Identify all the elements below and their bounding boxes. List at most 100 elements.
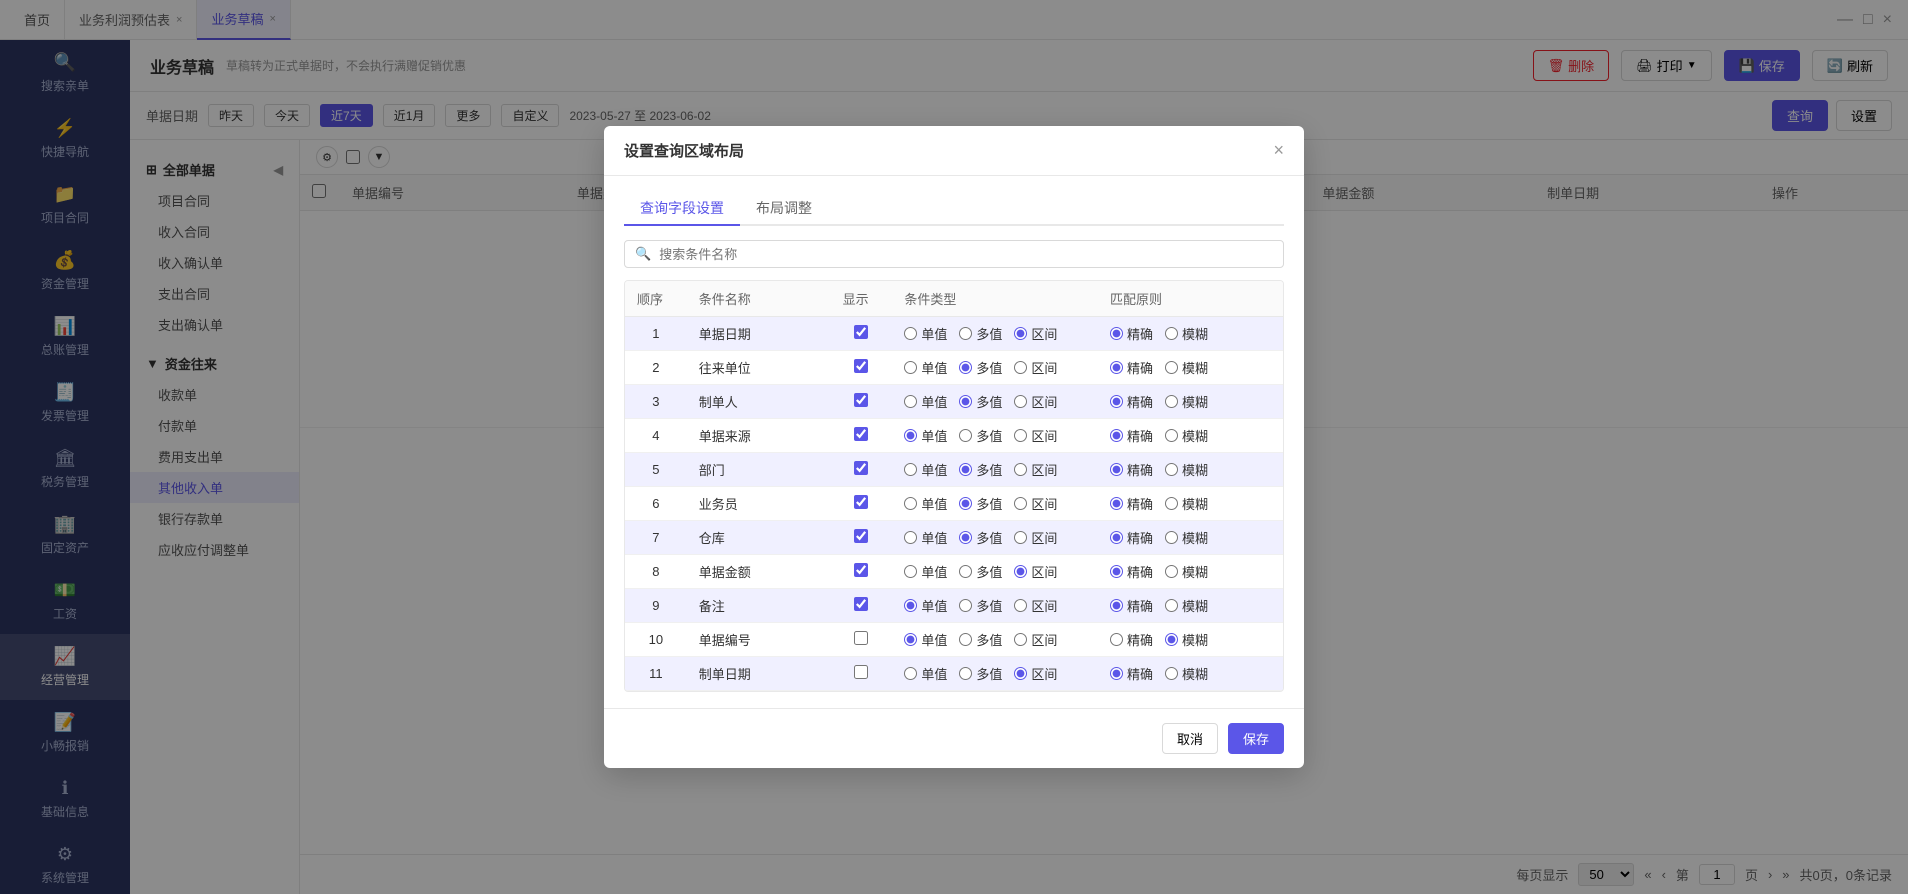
row-show-checkbox[interactable]: [854, 631, 868, 645]
radio-type-区间[interactable]: 区间: [1014, 664, 1057, 683]
radio-type-多值[interactable]: 多值: [959, 664, 1002, 683]
radio-type-多值[interactable]: 多值: [959, 494, 1002, 513]
radio-type-input[interactable]: [1014, 531, 1027, 544]
radio-match-精确[interactable]: 精确: [1110, 324, 1153, 343]
radio-match-精确[interactable]: 精确: [1110, 358, 1153, 377]
radio-type-区间[interactable]: 区间: [1014, 324, 1057, 343]
radio-type-多值[interactable]: 多值: [959, 596, 1002, 615]
radio-match-input[interactable]: [1165, 361, 1178, 374]
radio-type-区间[interactable]: 区间: [1014, 358, 1057, 377]
radio-type-单值[interactable]: 单值: [904, 358, 947, 377]
radio-match-精确[interactable]: 精确: [1110, 392, 1153, 411]
radio-type-input[interactable]: [904, 667, 917, 680]
radio-type-input[interactable]: [904, 565, 917, 578]
radio-type-区间[interactable]: 区间: [1014, 596, 1057, 615]
radio-match-input[interactable]: [1165, 633, 1178, 646]
radio-match-模糊[interactable]: 模糊: [1165, 392, 1208, 411]
radio-type-input[interactable]: [1014, 667, 1027, 680]
radio-match-精确[interactable]: 精确: [1110, 494, 1153, 513]
radio-type-input[interactable]: [904, 633, 917, 646]
radio-type-input[interactable]: [959, 667, 972, 680]
radio-match-input[interactable]: [1110, 429, 1123, 442]
radio-type-单值[interactable]: 单值: [904, 630, 947, 649]
radio-match-input[interactable]: [1110, 395, 1123, 408]
modal-search-input[interactable]: [659, 247, 879, 262]
radio-match-精确[interactable]: 精确: [1110, 426, 1153, 445]
radio-match-input[interactable]: [1110, 327, 1123, 340]
radio-type-多值[interactable]: 多值: [959, 562, 1002, 581]
radio-match-模糊[interactable]: 模糊: [1165, 426, 1208, 445]
modal-save-button[interactable]: 保存: [1228, 723, 1284, 754]
radio-type-区间[interactable]: 区间: [1014, 392, 1057, 411]
radio-type-多值[interactable]: 多值: [959, 392, 1002, 411]
radio-type-单值[interactable]: 单值: [904, 324, 947, 343]
radio-match-input[interactable]: [1110, 497, 1123, 510]
radio-type-单值[interactable]: 单值: [904, 392, 947, 411]
radio-match-模糊[interactable]: 模糊: [1165, 358, 1208, 377]
radio-type-input[interactable]: [1014, 463, 1027, 476]
radio-match-模糊[interactable]: 模糊: [1165, 460, 1208, 479]
radio-type-input[interactable]: [904, 327, 917, 340]
radio-match-input[interactable]: [1110, 667, 1123, 680]
radio-match-模糊[interactable]: 模糊: [1165, 630, 1208, 649]
radio-type-input[interactable]: [959, 395, 972, 408]
row-show-checkbox[interactable]: [854, 597, 868, 611]
radio-match-模糊[interactable]: 模糊: [1165, 596, 1208, 615]
radio-match-input[interactable]: [1165, 599, 1178, 612]
row-show-checkbox[interactable]: [854, 325, 868, 339]
radio-type-input[interactable]: [904, 531, 917, 544]
row-show-checkbox[interactable]: [854, 665, 868, 679]
radio-type-input[interactable]: [959, 599, 972, 612]
row-show-checkbox[interactable]: [854, 359, 868, 373]
radio-type-input[interactable]: [959, 429, 972, 442]
radio-type-单值[interactable]: 单值: [904, 426, 947, 445]
radio-type-input[interactable]: [904, 395, 917, 408]
radio-type-input[interactable]: [1014, 497, 1027, 510]
radio-match-input[interactable]: [1110, 463, 1123, 476]
radio-type-区间[interactable]: 区间: [1014, 562, 1057, 581]
radio-type-单值[interactable]: 单值: [904, 562, 947, 581]
radio-match-模糊[interactable]: 模糊: [1165, 494, 1208, 513]
modal-tab-layout[interactable]: 布局调整: [740, 192, 828, 226]
modal-cancel-button[interactable]: 取消: [1162, 723, 1218, 754]
radio-type-input[interactable]: [959, 327, 972, 340]
radio-type-input[interactable]: [1014, 633, 1027, 646]
radio-match-模糊[interactable]: 模糊: [1165, 562, 1208, 581]
radio-type-区间[interactable]: 区间: [1014, 630, 1057, 649]
radio-type-input[interactable]: [1014, 599, 1027, 612]
radio-type-区间[interactable]: 区间: [1014, 426, 1057, 445]
radio-match-input[interactable]: [1165, 497, 1178, 510]
radio-type-input[interactable]: [1014, 361, 1027, 374]
radio-type-input[interactable]: [904, 497, 917, 510]
radio-match-input[interactable]: [1165, 667, 1178, 680]
radio-match-input[interactable]: [1110, 531, 1123, 544]
radio-match-精确[interactable]: 精确: [1110, 528, 1153, 547]
radio-type-input[interactable]: [1014, 327, 1027, 340]
radio-type-区间[interactable]: 区间: [1014, 494, 1057, 513]
radio-match-input[interactable]: [1110, 633, 1123, 646]
radio-type-单值[interactable]: 单值: [904, 596, 947, 615]
radio-match-input[interactable]: [1165, 395, 1178, 408]
radio-type-input[interactable]: [1014, 429, 1027, 442]
radio-type-input[interactable]: [959, 497, 972, 510]
radio-type-区间[interactable]: 区间: [1014, 460, 1057, 479]
radio-type-多值[interactable]: 多值: [959, 358, 1002, 377]
radio-type-多值[interactable]: 多值: [959, 630, 1002, 649]
radio-match-input[interactable]: [1165, 565, 1178, 578]
radio-match-精确[interactable]: 精确: [1110, 664, 1153, 683]
radio-type-input[interactable]: [904, 429, 917, 442]
radio-type-input[interactable]: [1014, 565, 1027, 578]
radio-type-多值[interactable]: 多值: [959, 324, 1002, 343]
radio-type-input[interactable]: [1014, 395, 1027, 408]
radio-type-单值[interactable]: 单值: [904, 494, 947, 513]
radio-match-input[interactable]: [1165, 463, 1178, 476]
radio-match-input[interactable]: [1110, 361, 1123, 374]
row-show-checkbox[interactable]: [854, 427, 868, 441]
radio-match-精确[interactable]: 精确: [1110, 460, 1153, 479]
radio-type-多值[interactable]: 多值: [959, 460, 1002, 479]
radio-type-input[interactable]: [959, 633, 972, 646]
radio-type-单值[interactable]: 单值: [904, 664, 947, 683]
radio-match-input[interactable]: [1165, 327, 1178, 340]
radio-type-input[interactable]: [959, 565, 972, 578]
radio-match-input[interactable]: [1165, 429, 1178, 442]
